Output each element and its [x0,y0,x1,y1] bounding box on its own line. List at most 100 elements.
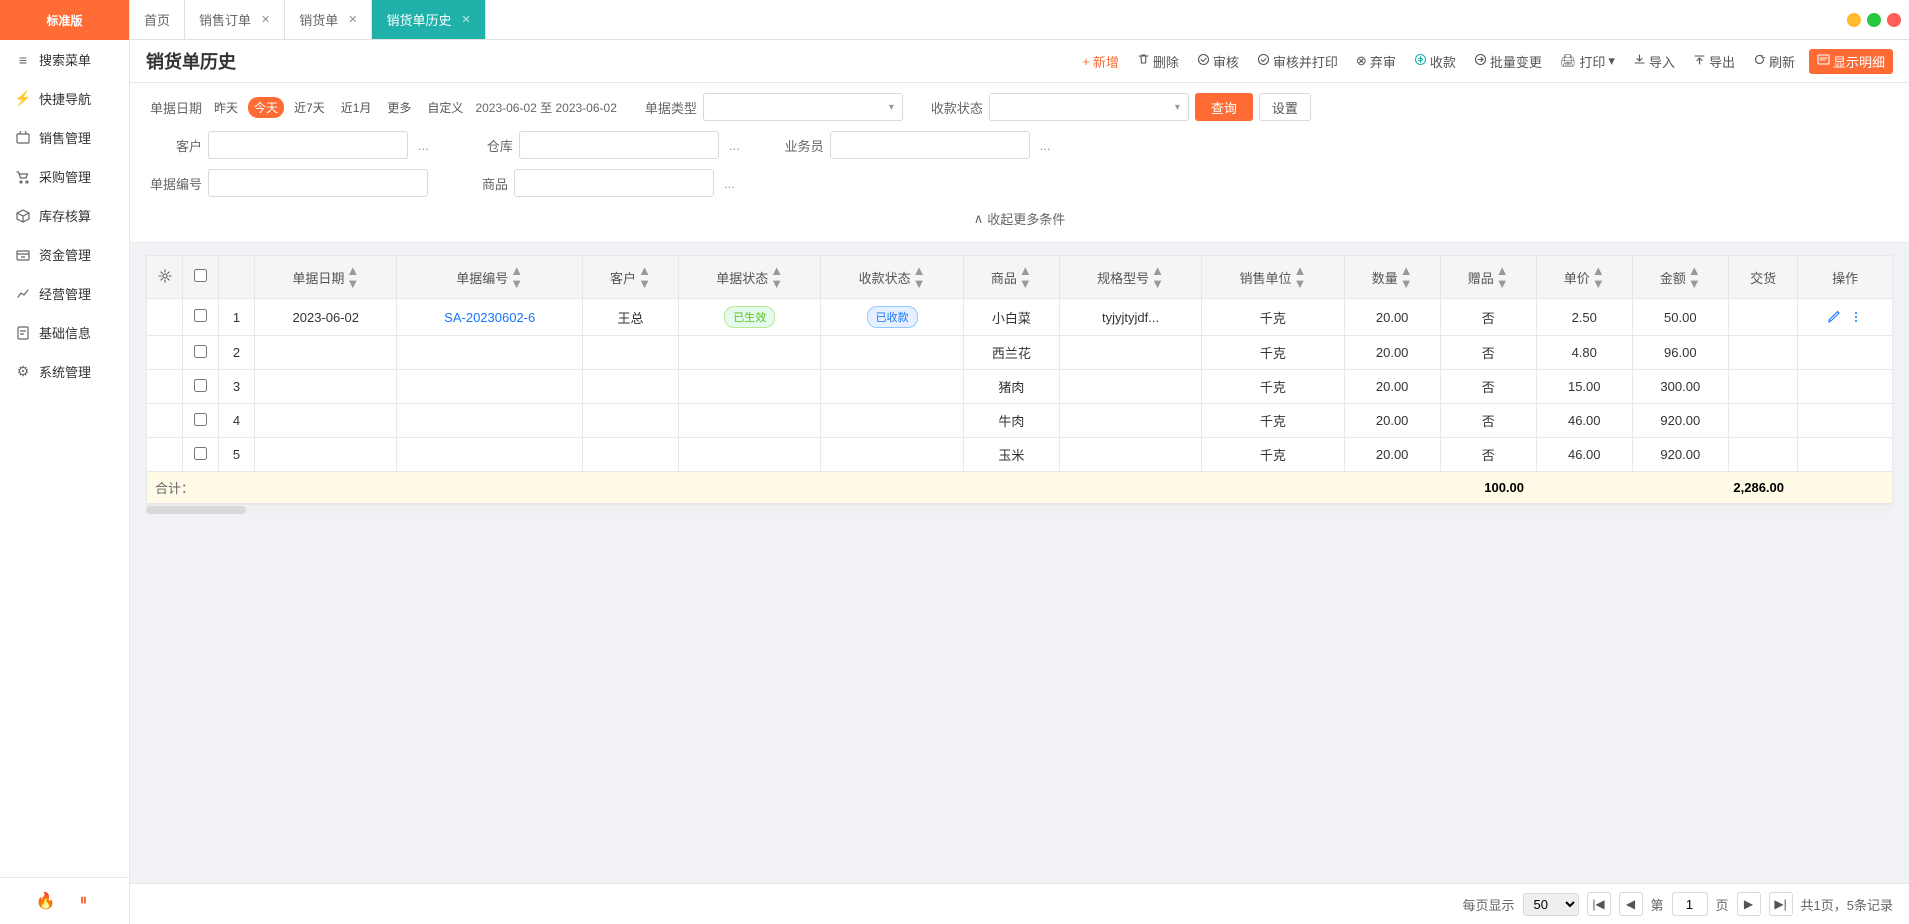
tab-sales-history[interactable]: 销货单历史 ✕ [372,0,485,39]
sidebar-item-inventory-calc[interactable]: 库存核算 [0,196,129,235]
td-spec-type: tyjyjtyjdf... [1059,299,1201,336]
sidebar-item-sales-mgmt[interactable]: 销售管理 [0,118,129,157]
tab-sales-order[interactable]: 销售订单 ✕ [185,0,285,39]
display-detail-button[interactable]: 显示明细 [1809,49,1893,74]
td-transaction [1728,404,1798,438]
collect-button[interactable]: 收款 [1410,50,1460,73]
page-input[interactable] [1672,892,1708,916]
sidebar-item-ops-mgmt[interactable]: 经营管理 [0,274,129,313]
th-sales-unit[interactable]: 销售单位 ▲▼ [1202,256,1344,299]
sidebar-bottom-fire-icon[interactable]: 🔥 [31,886,61,916]
date-tab-yesterday[interactable]: 昨天 [208,97,244,118]
date-tab-custom[interactable]: 自定义 [421,97,469,118]
batch-change-button[interactable]: 批量变更 [1470,50,1546,73]
customer-dots[interactable]: ... [414,138,433,153]
sidebar-item-sys-mgmt[interactable]: ⚙ 系统管理 [0,352,129,391]
sidebar-item-purchase-mgmt[interactable]: 采购管理 [0,157,129,196]
th-gift[interactable]: 赠品 ▲▼ [1440,256,1536,299]
doc-no-link[interactable]: SA-20230602-6 [444,310,535,325]
table-row: 1 2023-06-02 SA-20230602-6 王总 已生效 已收款 小白… [147,299,1893,336]
td-settings [147,336,183,370]
collect-status-select[interactable]: ▾ [989,93,1189,121]
th-collect-status[interactable]: 收款状态 ▲▼ [821,256,963,299]
audit-button[interactable]: 审核 [1193,50,1243,73]
td-collect-status [821,370,963,404]
date-tab-today[interactable]: 今天 [248,97,284,118]
doc-type-select[interactable]: ▾ [703,93,903,121]
row-checkbox[interactable] [194,309,207,322]
warehouse-dots[interactable]: ... [725,138,744,153]
warehouse-input[interactable] [519,131,719,159]
refresh-button[interactable]: 刷新 [1749,50,1799,73]
display-detail-icon [1817,53,1830,69]
row-checkbox[interactable] [194,379,207,392]
window-close-btn[interactable] [1887,13,1901,27]
print-dropdown-arrow[interactable]: ▾ [1608,53,1615,69]
th-spec-type[interactable]: 规格型号 ▲▼ [1059,256,1201,299]
export-icon [1693,53,1706,69]
doc-no-input[interactable] [208,169,428,197]
new-button[interactable]: + 新增 [1078,50,1123,73]
goods-input[interactable] [514,169,714,197]
filter-goods: 商品 ... [452,169,739,197]
td-checkbox[interactable] [183,370,219,404]
th-doc-date[interactable]: 单据日期 ▲▼ [255,256,397,299]
sidebar-item-basic-info[interactable]: 基础信息 [0,313,129,352]
export-button[interactable]: 导出 [1689,50,1739,73]
horizontal-scrollbar[interactable] [146,504,1893,514]
row-edit-btn[interactable] [1825,308,1843,326]
collapse-button[interactable]: ∧ 收起更多条件 [974,209,1066,228]
print-button[interactable]: 🖨 打印 ▾ [1556,50,1619,73]
td-checkbox[interactable] [183,404,219,438]
td-checkbox[interactable] [183,438,219,472]
date-tab-more[interactable]: 更多 [381,97,417,118]
row-checkbox[interactable] [194,345,207,358]
date-tab-7days[interactable]: 近7天 [288,97,331,118]
tab-sales-goods[interactable]: 销货单 ✕ [285,0,372,39]
scrollbar-thumb[interactable] [146,506,246,514]
tab-sales-history-close[interactable]: ✕ [462,13,471,26]
import-button[interactable]: 导入 [1629,50,1679,73]
th-doc-status[interactable]: 单据状态 ▲▼ [679,256,821,299]
tab-sales-goods-close[interactable]: ✕ [348,13,357,26]
row-checkbox[interactable] [194,413,207,426]
th-amount[interactable]: 金额 ▲▼ [1632,256,1728,299]
query-button[interactable]: 查询 [1195,93,1253,121]
th-settings[interactable] [147,256,183,299]
th-goods[interactable]: 商品 ▲▼ [963,256,1059,299]
tab-home[interactable]: 首页 [130,0,185,39]
row-checkbox[interactable] [194,447,207,460]
agent-input[interactable] [830,131,1030,159]
collect-status-badge: 已收款 [867,306,918,328]
sidebar-item-quick-nav[interactable]: ⚡ 快捷导航 [0,79,129,118]
goods-dots[interactable]: ... [720,176,739,191]
tab-sales-order-close[interactable]: ✕ [261,13,270,26]
abandon-button[interactable]: ⊗ 弃审 [1352,50,1400,73]
agent-dots[interactable]: ... [1036,138,1055,153]
sidebar-bottom-pause-icon[interactable]: ⏸ [69,886,99,916]
th-checkbox[interactable] [183,256,219,299]
row-more-btn[interactable] [1847,308,1865,326]
prev-page-btn[interactable]: ◀ [1619,892,1643,916]
td-checkbox[interactable] [183,299,219,336]
td-checkbox[interactable] [183,336,219,370]
th-unit-price[interactable]: 单价 ▲▼ [1536,256,1632,299]
date-tab-1month[interactable]: 近1月 [335,97,378,118]
delete-button[interactable]: 删除 [1133,50,1183,73]
th-doc-no[interactable]: 单据编号 ▲▼ [397,256,583,299]
sidebar-logo: 标准版 [0,0,129,40]
sidebar-item-finance-mgmt[interactable]: 资金管理 [0,235,129,274]
last-page-btn[interactable]: ▶| [1769,892,1793,916]
th-quantity[interactable]: 数量 ▲▼ [1344,256,1440,299]
first-page-btn[interactable]: |◀ [1587,892,1611,916]
select-all-checkbox[interactable] [194,269,207,282]
window-maximize-btn[interactable] [1867,13,1881,27]
th-customer[interactable]: 客户 ▲▼ [582,256,678,299]
customer-input[interactable] [208,131,408,159]
audit-print-button[interactable]: 审核并打印 [1253,50,1342,73]
sidebar-item-search-menu[interactable]: ≡ 搜索菜单 [0,40,129,79]
page-size-select[interactable]: 50 10 20 100 [1523,893,1579,916]
set-button[interactable]: 设置 [1259,93,1311,121]
window-minimize-btn[interactable] [1847,13,1861,27]
next-page-btn[interactable]: ▶ [1737,892,1761,916]
